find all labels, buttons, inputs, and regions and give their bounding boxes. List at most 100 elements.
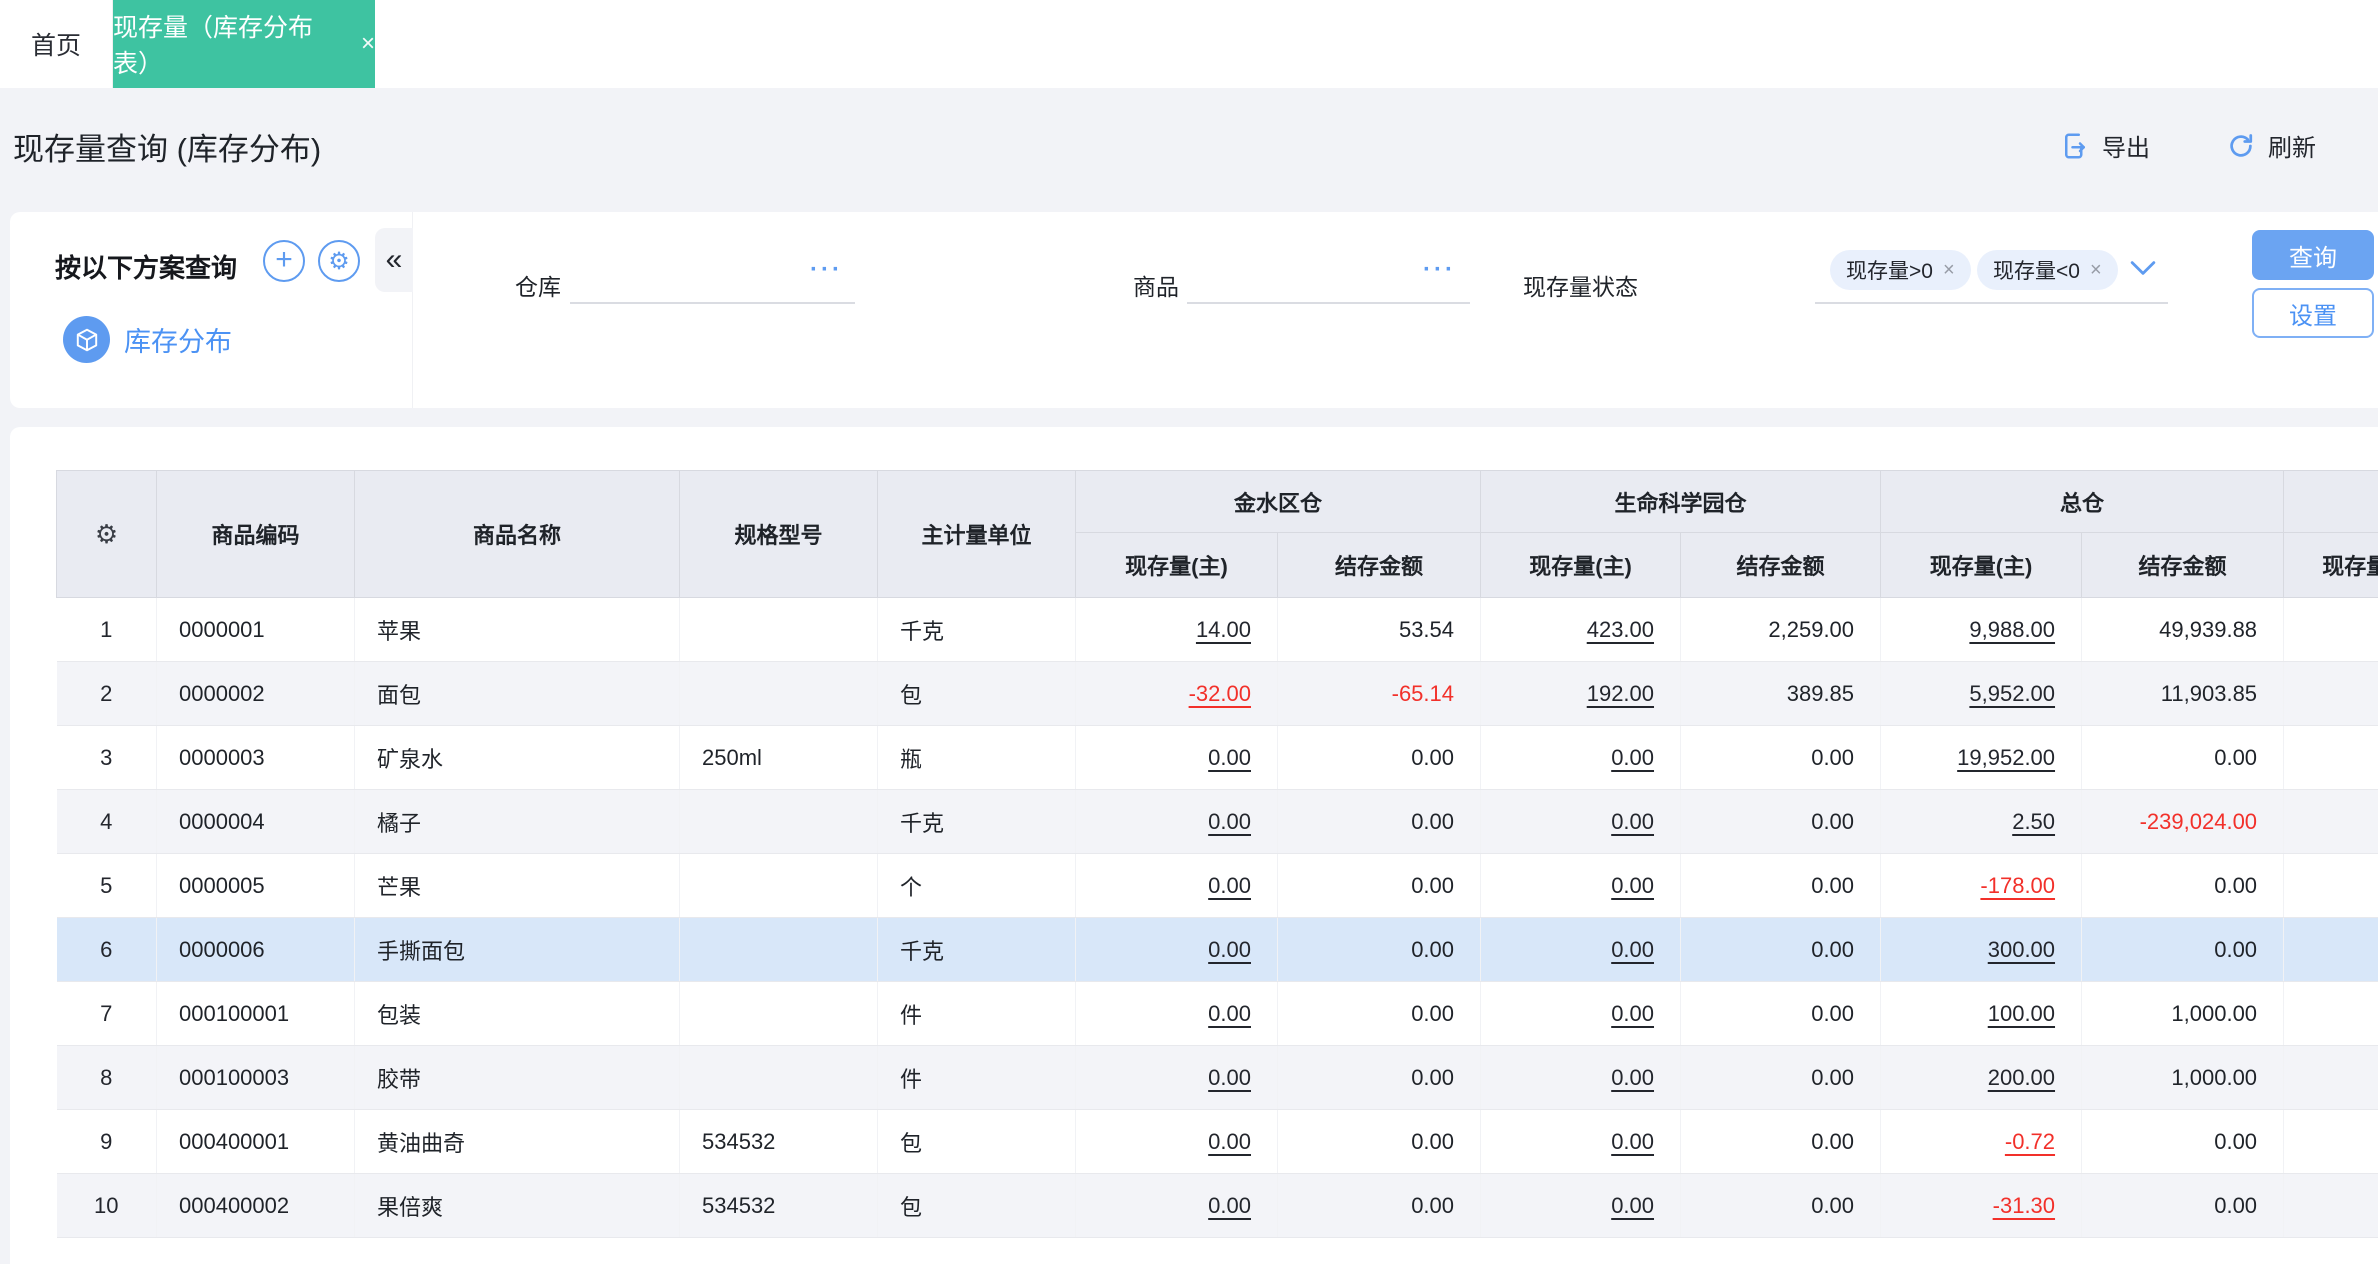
collapse-panel-button[interactable]: « (375, 228, 413, 292)
quantity-link[interactable]: 0.00 (1208, 873, 1251, 898)
refresh-button[interactable]: 刷新 (2226, 128, 2316, 163)
quantity-link[interactable]: -32.00 (1189, 681, 1251, 706)
sub-header-quantity[interactable]: 现存量(主) (1880, 532, 2083, 598)
row-index: 7 (56, 981, 157, 1046)
cell-quantity: -32.00 (1075, 661, 1278, 726)
table-row[interactable]: 6 0000006 手撕面包 千克 0.00 0.00 0.00 0.00 300.00 0.00 (56, 917, 2378, 982)
quantity-link[interactable]: 0.00 (1611, 937, 1654, 962)
quantity-link[interactable]: -0.72 (2005, 1129, 2055, 1154)
table-row[interactable]: 10 000400002 果倍爽 534532 包 0.00 0.00 0.00 0.00 -31… (56, 1173, 2378, 1238)
cell-amount: 0.00 (1277, 789, 1482, 854)
cell-quantity: 200.00 (1880, 1045, 2083, 1110)
cell-amount: 0.00 (1680, 981, 1882, 1046)
quantity-link[interactable]: 0.00 (1208, 1065, 1251, 1090)
plan-item-inventory-distribution[interactable]: 库存分布 (63, 316, 232, 363)
filter-tag: 现存量>0 × (1830, 250, 1971, 290)
plan-settings-button[interactable]: ⚙ (318, 240, 360, 282)
stock-status-select[interactable]: 现存量>0 × 现存量<0 × (1815, 242, 2168, 304)
sub-header-amount[interactable]: 结存金额 (2081, 532, 2285, 598)
quantity-link[interactable]: 100.00 (1988, 1001, 2055, 1026)
filter-card: 按以下方案查询 + ⚙ « 库存分布 仓库 ··· 商品 ··· 现存量状态 现… (10, 212, 2378, 408)
quantity-link[interactable]: 0.00 (1611, 745, 1654, 770)
quantity-link[interactable]: 423.00 (1587, 617, 1654, 642)
cell-quantity: 0.00 (1075, 789, 1278, 854)
table-row[interactable]: 3 0000003 矿泉水 250ml 瓶 0.00 0.00 0.00 0.00 19,952.… (56, 725, 2378, 790)
quantity-link[interactable]: 2.50 (2012, 809, 2055, 834)
table-row[interactable]: 2 0000002 面包 包 -32.00 -65.14 192.00 389.85 5,952… (56, 661, 2378, 726)
tab-inventory-distribution[interactable]: 现存量（库存分布表） × (113, 0, 375, 88)
table-row[interactable]: 9 000400001 黄油曲奇 534532 包 0.00 0.00 0.00 0.00 -0.… (56, 1109, 2378, 1174)
quantity-link[interactable]: 300.00 (1988, 937, 2055, 962)
export-button[interactable]: 导出 (2060, 128, 2150, 163)
query-button[interactable]: 查询 (2252, 230, 2374, 280)
cell-quantity (2283, 725, 2378, 790)
quantity-link[interactable]: 0.00 (1208, 1001, 1251, 1026)
table-row[interactable]: 4 0000004 橘子 千克 0.00 0.00 0.00 0.00 2.50 -239,024… (56, 789, 2378, 854)
quantity-link[interactable]: 9,988.00 (1969, 617, 2055, 642)
tag-close-icon[interactable]: × (2090, 259, 2102, 282)
query-plan-panel: 按以下方案查询 + ⚙ « 库存分布 (10, 212, 413, 408)
column-settings-button[interactable]: ⚙ (56, 470, 157, 598)
tag-close-icon[interactable]: × (1943, 259, 1955, 282)
product-more-button[interactable]: ··· (1423, 256, 1456, 284)
chevron-down-icon[interactable] (2130, 260, 2156, 281)
cell-amount: 0.00 (1680, 853, 1882, 918)
table-row[interactable]: 5 0000005 芒果 个 0.00 0.00 0.00 0.00 -178.00 0.00 (56, 853, 2378, 918)
quantity-link[interactable]: 192.00 (1587, 681, 1654, 706)
collapse-icon: « (385, 243, 403, 276)
header-actions: 导出 刷新 (2060, 128, 2316, 163)
col-header-unit[interactable]: 主计量单位 (877, 470, 1076, 598)
quantity-link[interactable]: 0.00 (1208, 809, 1251, 834)
settings-button[interactable]: 设置 (2252, 288, 2374, 338)
col-header-code[interactable]: 商品编码 (156, 470, 355, 598)
cell-amount: 0.00 (1277, 853, 1482, 918)
quantity-link[interactable]: 0.00 (1208, 1193, 1251, 1218)
plan-panel-title: 按以下方案查询 (55, 253, 238, 283)
quantity-link[interactable]: 0.00 (1208, 1129, 1251, 1154)
close-icon[interactable]: × (361, 30, 375, 58)
sub-header-amount[interactable]: 结存金额 (1680, 532, 1882, 598)
cell-name: 手撕面包 (354, 917, 680, 982)
quantity-link[interactable]: 0.00 (1611, 1001, 1654, 1026)
add-plan-button[interactable]: + (263, 240, 305, 282)
cell-unit: 瓶 (877, 725, 1076, 790)
row-index: 10 (56, 1173, 157, 1238)
quantity-link[interactable]: 0.00 (1611, 1065, 1654, 1090)
quantity-link[interactable]: 5,952.00 (1969, 681, 2055, 706)
quantity-link[interactable]: 0.00 (1611, 1129, 1654, 1154)
col-header-name[interactable]: 商品名称 (354, 470, 680, 598)
warehouse-more-button[interactable]: ··· (810, 256, 843, 284)
cell-quantity: 423.00 (1480, 597, 1682, 662)
quantity-link[interactable]: 0.00 (1208, 745, 1251, 770)
table-row[interactable]: 8 000100003 胶带 件 0.00 0.00 0.00 0.00 200.00 1,000… (56, 1045, 2378, 1110)
cell-amount: 49,939.88 (2081, 597, 2285, 662)
quantity-link[interactable]: -31.30 (1993, 1193, 2055, 1218)
row-index: 5 (56, 853, 157, 918)
table-row[interactable]: 7 000100001 包装 件 0.00 0.00 0.00 0.00 100.00 1,000… (56, 981, 2378, 1046)
quantity-link[interactable]: 14.00 (1196, 617, 1251, 642)
cell-amount: 0.00 (2081, 853, 2285, 918)
quantity-link[interactable]: 0.00 (1611, 1193, 1654, 1218)
cell-amount: 2,259.00 (1680, 597, 1882, 662)
cell-amount: 0.00 (1680, 1045, 1882, 1110)
sub-header-amount[interactable]: 结存金额 (1276, 532, 1482, 598)
cell-unit: 件 (877, 981, 1076, 1046)
sub-header-quantity[interactable]: 现存量(主) (1075, 532, 1278, 598)
refresh-icon (2226, 131, 2256, 161)
group-header-warehouse: 生命科学园仓 (1480, 470, 1882, 533)
cell-amount: 0.00 (1277, 981, 1482, 1046)
quantity-link[interactable]: 200.00 (1988, 1065, 2055, 1090)
quantity-link[interactable]: 19,952.00 (1957, 745, 2055, 770)
quantity-link[interactable]: 0.00 (1611, 809, 1654, 834)
sub-header-quantity[interactable]: 现存量(主) (2283, 532, 2378, 598)
quantity-link[interactable]: 0.00 (1611, 873, 1654, 898)
cell-unit: 个 (877, 853, 1076, 918)
quantity-link[interactable]: 0.00 (1208, 937, 1251, 962)
col-header-spec[interactable]: 规格型号 (679, 470, 878, 598)
tab-home[interactable]: 首页 (0, 0, 113, 88)
cell-quantity (2283, 661, 2378, 726)
sub-header-quantity[interactable]: 现存量(主) (1480, 532, 1682, 598)
quantity-link[interactable]: -178.00 (1980, 873, 2055, 898)
cell-spec (679, 597, 878, 662)
table-row[interactable]: 1 0000001 苹果 千克 14.00 53.54 423.00 2,259.00 9,98… (56, 597, 2378, 662)
